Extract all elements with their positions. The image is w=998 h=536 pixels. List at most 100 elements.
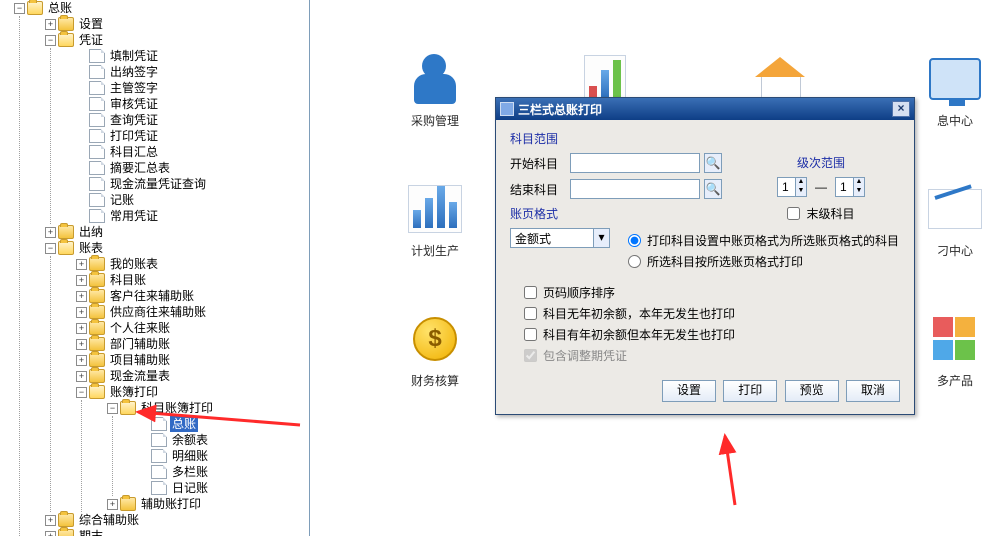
tree-voucher-item-8[interactable]: 现金流量凭证查询 [108,176,208,192]
radio-format-from-settings[interactable]: 打印科目设置中账页格式为所选账页格式的科目 [628,232,899,249]
close-icon[interactable]: × [892,101,910,117]
last-level-checkbox[interactable]: 末级科目 [746,205,896,222]
folder-icon [89,305,105,319]
expand-icon[interactable]: + [45,531,56,536]
tree-period-end[interactable]: 期末 [77,528,105,536]
chk-page-order[interactable]: 页码顺序排序 [524,284,900,301]
twist-blank [138,451,149,462]
twist-blank [76,211,87,222]
chk-include-adjust[interactable]: 包含调整期凭证 [524,347,900,364]
tree-comp-aux[interactable]: 综合辅助账 [77,512,141,528]
tile-plan[interactable]: 计划生产 [390,180,480,259]
expand-icon[interactable]: + [76,339,87,350]
folder-icon [58,33,74,47]
tile-info-center[interactable]: 息中心 [910,50,998,129]
tree-settings[interactable]: 设置 [77,16,105,32]
twist-blank [76,51,87,62]
expand-icon[interactable]: + [76,291,87,302]
page-format-combo[interactable]: 金额式 ▾ [510,228,610,248]
expand-icon[interactable]: + [76,275,87,286]
tile-purchase[interactable]: 采购管理 [390,50,480,129]
collapse-icon[interactable]: − [45,35,56,46]
tree-voucher-item-2[interactable]: 主管签字 [108,80,160,96]
document-icon [89,65,105,79]
tree-root[interactable]: 总账 [46,0,74,16]
tile-more-products[interactable]: 多产品 [910,310,998,389]
level-from-spinner[interactable]: 1▲▼ [777,177,807,197]
document-icon [89,129,105,143]
tree-reports-item-7[interactable]: 现金流量表 [108,368,172,384]
tile-label: 息中心 [910,112,998,129]
nav-tree-pane: − 总账 + 设置 − 凭证填制凭证出纳签字主管签字审核凭证查询凭证打印凭证科目汇总摘要汇… [0,0,310,536]
chevron-down-icon[interactable]: ▾ [593,229,609,247]
dialog-titlebar[interactable]: 三栏式总账打印 × [496,98,914,120]
expand-icon[interactable]: + [45,19,56,30]
tree-print[interactable]: 账簿打印 [108,384,160,400]
collapse-icon[interactable]: − [107,403,118,414]
tree-voucher-item-6[interactable]: 科目汇总 [108,144,160,160]
expand-icon[interactable]: + [107,499,118,510]
tree-print-subject-item-0[interactable]: 总账 [170,416,198,432]
collapse-icon[interactable]: − [14,3,25,14]
expand-icon[interactable]: + [76,355,87,366]
tree-voucher-item-10[interactable]: 常用凭证 [108,208,160,224]
tree-print-subject-item-2[interactable]: 明细账 [170,448,210,464]
tree-print-aux[interactable]: 辅助账打印 [139,496,203,512]
collapse-icon[interactable]: − [45,243,56,254]
twist-blank [76,99,87,110]
tile-finance[interactable]: $ 财务核算 [390,310,480,389]
tree-reports-item-4[interactable]: 个人往来账 [108,320,172,336]
folder-icon [120,401,136,415]
expand-icon[interactable]: + [76,323,87,334]
level-to-spinner[interactable]: 1▲▼ [835,177,865,197]
tree-voucher-item-7[interactable]: 摘要汇总表 [108,160,172,176]
tree-print-subject-item-4[interactable]: 日记账 [170,480,210,496]
tree-reports-item-3[interactable]: 供应商往来辅助账 [108,304,208,320]
start-subject-input[interactable] [570,153,700,173]
tile-user-center[interactable]: 刁中心 [910,180,998,259]
folder-icon [89,353,105,367]
cancel-button[interactable]: 取消 [846,380,900,402]
tree-reports-item-0[interactable]: 我的账表 [108,256,160,272]
tree-voucher-item-4[interactable]: 查询凭证 [108,112,160,128]
print-button[interactable]: 打印 [723,380,777,402]
tree-reports-item-5[interactable]: 部门辅助账 [108,336,172,352]
tree-voucher-item-0[interactable]: 填制凭证 [108,48,160,64]
radio-format-selected[interactable]: 所选科目按所选账页格式打印 [628,253,899,270]
expand-icon[interactable]: + [76,307,87,318]
preview-button[interactable]: 预览 [785,380,839,402]
folder-icon [89,321,105,335]
expand-icon[interactable]: + [76,259,87,270]
tree-voucher-item-9[interactable]: 记账 [108,192,136,208]
tree-reports-item-2[interactable]: 客户往来辅助账 [108,288,196,304]
tree-reports-item-1[interactable]: 科目账 [108,272,148,288]
folder-icon [120,497,136,511]
tree-reports-item-6[interactable]: 项目辅助账 [108,352,172,368]
tree-cashier[interactable]: 出纳 [77,224,105,240]
tree-print-subject-item-1[interactable]: 余额表 [170,432,210,448]
tree-reports[interactable]: 账表 [77,240,105,256]
expand-icon[interactable]: + [45,227,56,238]
tree-print-subject-item-3[interactable]: 多栏账 [170,464,210,480]
tile-label: 财务核算 [390,372,480,389]
end-subject-input[interactable] [570,179,700,199]
tree-voucher[interactable]: 凭证 [77,32,105,48]
print-dialog: 三栏式总账打印 × 科目范围 开始科目 🔍 结束科目 🔍 级次范围 1▲▼ — … [495,97,915,415]
folder-icon [58,17,74,31]
collapse-icon[interactable]: − [76,387,87,398]
tree-voucher-item-5[interactable]: 打印凭证 [108,128,160,144]
twist-blank [138,419,149,430]
tree-print-subject[interactable]: 科目账簿打印 [139,400,215,416]
tree-voucher-item-1[interactable]: 出纳签字 [108,64,160,80]
document-icon [89,97,105,111]
lookup-start-icon[interactable]: 🔍 [704,153,722,173]
twist-blank [138,483,149,494]
expand-icon[interactable]: + [76,371,87,382]
settings-button[interactable]: 设置 [662,380,716,402]
folder-icon [89,273,105,287]
chk-no-opening-no-trans[interactable]: 科目无年初余额，本年无发生也打印 [524,305,900,322]
expand-icon[interactable]: + [45,515,56,526]
tree-voucher-item-3[interactable]: 审核凭证 [108,96,160,112]
lookup-end-icon[interactable]: 🔍 [704,179,722,199]
chk-has-opening-no-trans[interactable]: 科目有年初余额但本年无发生也打印 [524,326,900,343]
